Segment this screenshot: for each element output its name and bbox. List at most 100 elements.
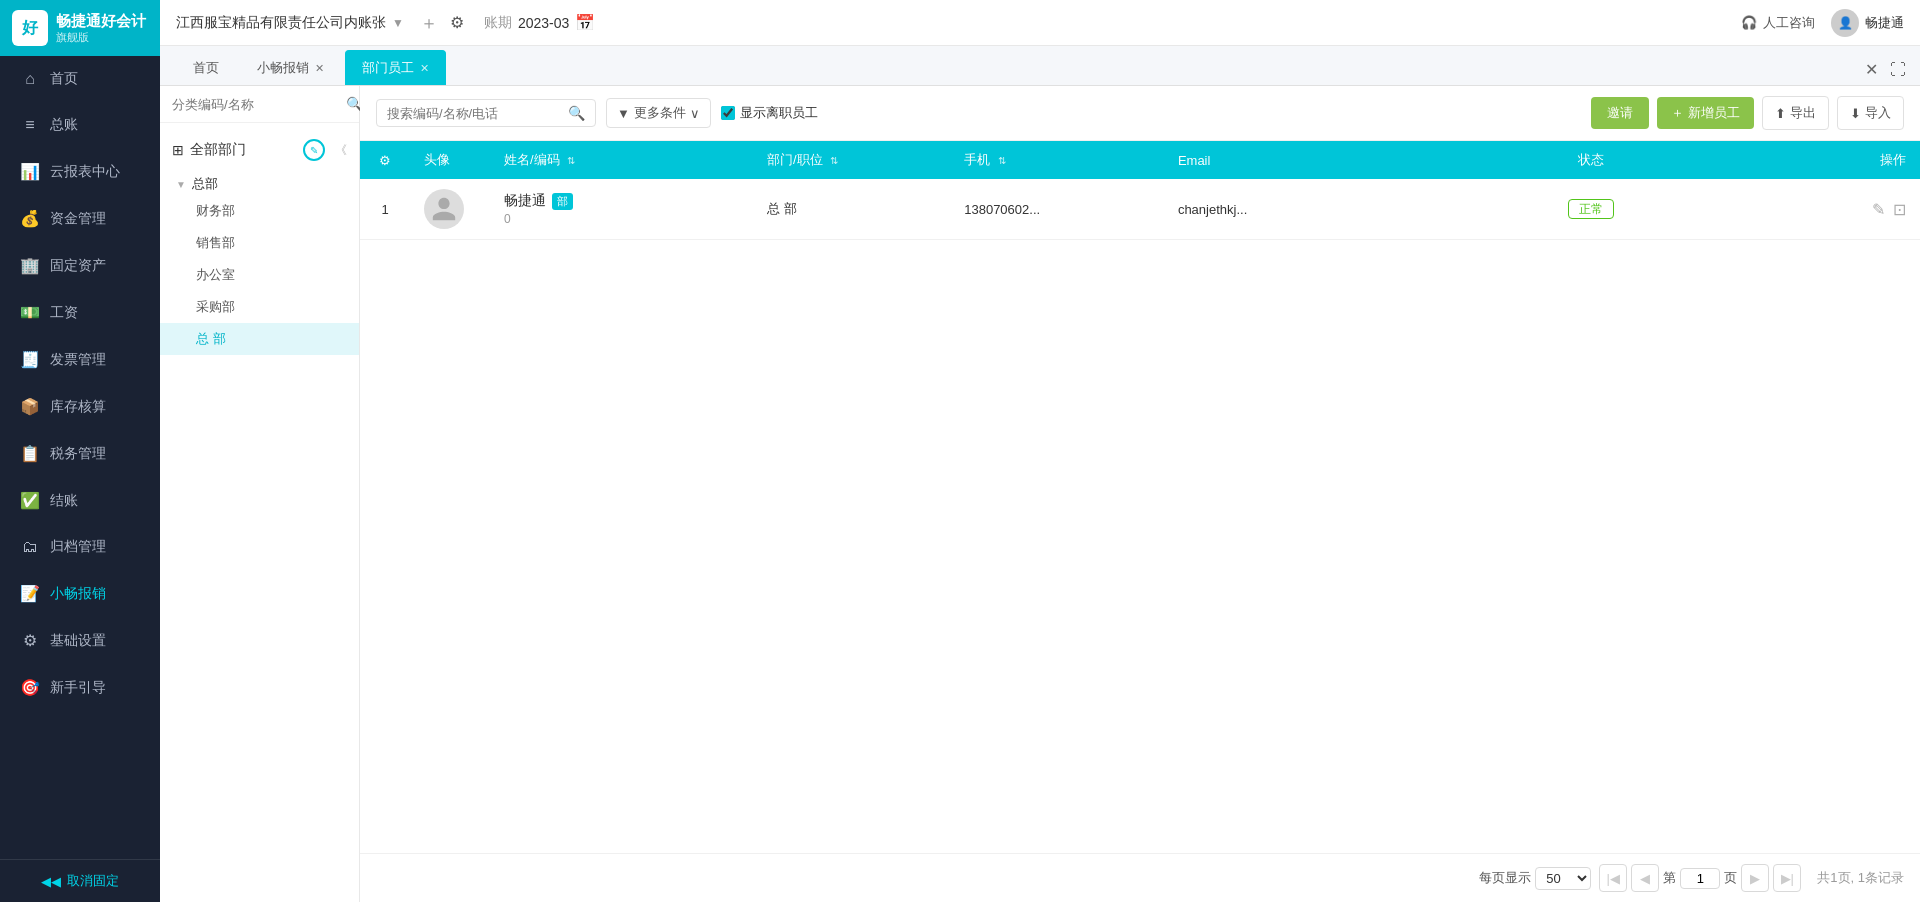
sidebar-item-archive[interactable]: 🗂 归档管理 <box>0 524 160 570</box>
guide-icon: 🎯 <box>20 678 40 697</box>
per-page-dropdown[interactable]: 50 10 20 100 <box>1535 867 1591 890</box>
sidebar-item-label: 基础设置 <box>50 632 106 650</box>
sidebar-item-expense[interactable]: 📝 小畅报销 <box>0 570 160 617</box>
topbar-right: 🎧 人工咨询 👤 畅捷通 <box>1741 9 1904 37</box>
all-dept-header[interactable]: ⊞ 全部部门 ✎ 《 <box>160 131 359 169</box>
invite-button[interactable]: 邀请 <box>1591 97 1649 129</box>
status-badge: 正常 <box>1568 199 1614 219</box>
dept-item-finance[interactable]: 财务部 <box>160 195 359 227</box>
employee-search-icon[interactable]: 🔍 <box>568 105 585 121</box>
logo-text-group: 畅捷通好会计 旗舰版 <box>56 12 146 45</box>
sidebar-item-label: 库存核算 <box>50 398 106 416</box>
page-navigation: |◀ ◀ 第 页 ▶ ▶| <box>1599 864 1801 892</box>
employee-search-box[interactable]: 🔍 <box>376 99 596 127</box>
settings-icon: ⚙ <box>20 631 40 650</box>
dept-expand-arrow: ▼ <box>176 179 186 190</box>
sidebar-item-inventory[interactable]: 📦 库存核算 <box>0 383 160 430</box>
show-resigned-checkbox[interactable]: 显示离职员工 <box>721 104 818 122</box>
sidebar-item-label: 云报表中心 <box>50 163 120 181</box>
sidebar-item-label: 首页 <box>50 70 78 88</box>
action-buttons: ✎ ⊡ <box>1737 200 1906 219</box>
prev-page-button[interactable]: ◀ <box>1631 864 1659 892</box>
th-dept[interactable]: 部门/职位 ⇅ <box>753 141 950 179</box>
logout-button[interactable]: ⊡ <box>1893 200 1906 219</box>
first-page-button[interactable]: |◀ <box>1599 864 1627 892</box>
app-logo[interactable]: 好 畅捷通好会计 旗舰版 <box>0 0 160 56</box>
user-name: 畅捷通 <box>1865 14 1904 32</box>
dept-item-office[interactable]: 办公室 <box>160 259 359 291</box>
sidebar-item-label: 新手引导 <box>50 679 106 697</box>
sidebar-item-tax[interactable]: 📋 税务管理 <box>0 430 160 477</box>
tab-department[interactable]: 部门员工 ✕ <box>345 50 446 85</box>
page-number-input[interactable] <box>1680 868 1720 889</box>
last-page-button[interactable]: ▶| <box>1773 864 1801 892</box>
service-button[interactable]: 🎧 人工咨询 <box>1741 14 1815 32</box>
tab-home[interactable]: 首页 <box>176 50 236 85</box>
add-employee-button[interactable]: ＋ 新增员工 <box>1657 97 1754 129</box>
sidebar-item-invoice[interactable]: 🧾 发票管理 <box>0 336 160 383</box>
th-settings[interactable]: ⚙ <box>360 141 410 179</box>
app-name: 畅捷通好会计 <box>56 12 146 30</box>
sort-name-icon: ⇅ <box>567 155 575 166</box>
sidebar-item-ledger[interactable]: ≡ 总账 <box>0 102 160 148</box>
row-name-cell: 畅捷通 部 0 <box>490 179 753 240</box>
dept-item-procurement[interactable]: 采购部 <box>160 291 359 323</box>
tabbar: 首页 小畅报销 ✕ 部门员工 ✕ ✕ ⛶ <box>160 46 1920 86</box>
edit-button[interactable]: ✎ <box>1872 200 1885 219</box>
avatar: 👤 <box>1831 9 1859 37</box>
employee-toolbar: 🔍 ▼ 更多条件 ∨ 显示离职员工 邀请 ＋ 新增员工 <box>360 86 1920 141</box>
employee-avatar <box>424 189 464 229</box>
tab-department-close[interactable]: ✕ <box>420 62 429 75</box>
logo-icon: 好 <box>12 10 48 46</box>
sidebar-item-assets[interactable]: 🏢 固定资产 <box>0 242 160 289</box>
add-company-button[interactable]: ＋ <box>420 11 438 35</box>
topbar-settings-icon[interactable]: ⚙ <box>450 13 464 32</box>
salary-icon: 💵 <box>20 303 40 322</box>
export-button[interactable]: ⬆ 导出 <box>1762 96 1829 130</box>
user-menu[interactable]: 👤 畅捷通 <box>1831 9 1904 37</box>
sidebar-item-guide[interactable]: 🎯 新手引导 <box>0 664 160 711</box>
more-conditions-button[interactable]: ▼ 更多条件 ∨ <box>606 98 711 128</box>
sidebar-item-label: 总账 <box>50 116 78 134</box>
tab-department-label: 部门员工 <box>362 59 414 77</box>
right-panel: 🔍 ▼ 更多条件 ∨ 显示离职员工 邀请 ＋ 新增员工 <box>360 86 1920 902</box>
tab-expense[interactable]: 小畅报销 ✕ <box>240 50 341 85</box>
calendar-icon[interactable]: 📅 <box>575 13 595 32</box>
employee-search-input[interactable] <box>387 106 562 121</box>
sidebar: 好 畅捷通好会计 旗舰版 ⌂ 首页 ≡ 总账 📊 云报表中心 💰 资金管理 🏢 … <box>0 0 160 902</box>
sidebar-item-capital[interactable]: 💰 资金管理 <box>0 195 160 242</box>
next-page-button[interactable]: ▶ <box>1741 864 1769 892</box>
collapse-dept-icon[interactable]: 《 <box>335 142 347 159</box>
more-conditions-label: 更多条件 <box>634 104 686 122</box>
resigned-checkbox-input[interactable] <box>721 106 735 120</box>
sidebar-item-label: 小畅报销 <box>50 585 106 603</box>
tab-expand-button[interactable]: ⛶ <box>1888 59 1908 81</box>
sidebar-item-closing[interactable]: ✅ 结账 <box>0 477 160 524</box>
dept-search-bar: 🔍 <box>160 86 359 123</box>
headset-icon: 🎧 <box>1741 15 1757 30</box>
sidebar-nav: ⌂ 首页 ≡ 总账 📊 云报表中心 💰 资金管理 🏢 固定资产 💵 工资 🧾 发… <box>0 56 160 859</box>
pin-icon: ◀◀ <box>41 874 61 889</box>
cancel-pin-button[interactable]: ◀◀ 取消固定 <box>0 859 160 902</box>
sidebar-item-reports[interactable]: 📊 云报表中心 <box>0 148 160 195</box>
dept-item-general[interactable]: 总 部 <box>160 323 359 355</box>
content-area: 🔍 ⊞ 全部部门 ✎ 《 ▼ 总部 财务部 销售部 <box>160 86 1920 902</box>
dept-search-input[interactable] <box>172 97 340 112</box>
tab-expense-close[interactable]: ✕ <box>315 62 324 75</box>
th-phone[interactable]: 手机 ⇅ <box>950 141 1164 179</box>
import-button[interactable]: ⬇ 导入 <box>1837 96 1904 130</box>
sidebar-item-salary[interactable]: 💵 工资 <box>0 289 160 336</box>
assets-icon: 🏢 <box>20 256 40 275</box>
company-selector[interactable]: 江西服宝精品有限责任公司内账张 ▼ <box>176 14 404 32</box>
period-value: 2023-03 <box>518 15 569 31</box>
total-records: 共1页, 1条记录 <box>1817 869 1904 887</box>
edit-dept-button[interactable]: ✎ <box>303 139 325 161</box>
dept-item-sales[interactable]: 销售部 <box>160 227 359 259</box>
page-size-select[interactable]: 每页显示 50 10 20 100 <box>1479 867 1591 890</box>
tab-close-all-button[interactable]: ✕ <box>1863 58 1880 81</box>
dept-group-general[interactable]: ▼ 总部 <box>160 169 359 195</box>
sidebar-item-home[interactable]: ⌂ 首页 <box>0 56 160 102</box>
th-name[interactable]: 姓名/编码 ⇅ <box>490 141 753 179</box>
sidebar-item-settings[interactable]: ⚙ 基础设置 <box>0 617 160 664</box>
export-icon: ⬆ <box>1775 106 1786 121</box>
